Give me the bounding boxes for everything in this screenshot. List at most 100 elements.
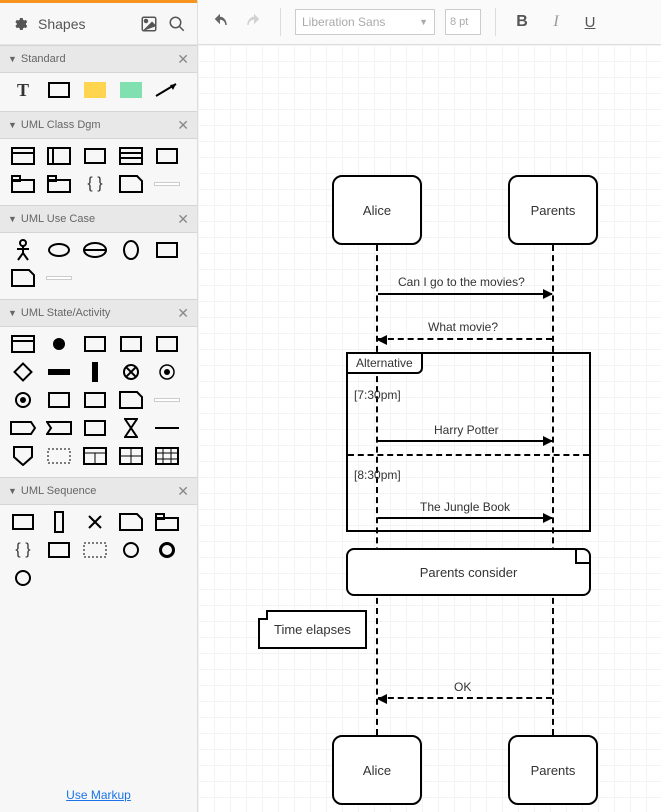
shape-state3[interactable] [116, 333, 146, 355]
canvas[interactable]: Alice Parents Can I go to the movies? Wh… [198, 45, 661, 812]
shape-note2[interactable] [8, 267, 38, 289]
shape-shield[interactable] [8, 445, 38, 467]
shape-pkg[interactable] [8, 173, 38, 195]
close-icon[interactable]: ✕ [177, 305, 189, 322]
shape-r4[interactable] [80, 417, 110, 439]
shape-class2[interactable] [44, 145, 74, 167]
shape-rect2[interactable] [152, 239, 182, 261]
message-label[interactable]: Can I go to the movies? [398, 275, 525, 289]
shape-grid2[interactable] [116, 445, 146, 467]
shape-activation[interactable] [44, 511, 74, 533]
message-arrow-return[interactable] [378, 338, 552, 340]
shape-line3[interactable] [152, 389, 182, 411]
shape-final1[interactable] [116, 361, 146, 383]
shape-vbar[interactable] [80, 361, 110, 383]
guard-condition[interactable]: [8:30pm] [354, 468, 401, 482]
shape-note-yellow[interactable] [80, 79, 110, 101]
search-icon[interactable] [167, 14, 187, 34]
message-arrow-return[interactable] [378, 697, 552, 699]
section-header-sequence[interactable]: ▼ UML Sequence ✕ [0, 477, 197, 505]
shape-ellipse[interactable] [44, 239, 74, 261]
shape-decision[interactable] [8, 361, 38, 383]
shape-line2[interactable] [44, 267, 74, 289]
shape-actor[interactable] [8, 239, 38, 261]
use-markup-link[interactable]: Use Markup [0, 778, 197, 812]
shape-r3[interactable] [116, 389, 146, 411]
image-icon[interactable] [139, 14, 159, 34]
shape-text[interactable]: T [8, 79, 38, 101]
message-label[interactable]: What movie? [428, 320, 498, 334]
shape-grid1[interactable] [80, 445, 110, 467]
note-parents-consider[interactable]: Parents consider [346, 548, 591, 596]
shape-state1[interactable] [8, 333, 38, 355]
shape-hbar[interactable] [44, 361, 74, 383]
shape-final3[interactable] [8, 389, 38, 411]
gear-icon[interactable] [10, 14, 30, 34]
shape-r1[interactable] [44, 389, 74, 411]
shape-initial[interactable] [44, 333, 74, 355]
bold-button[interactable]: B [510, 10, 534, 34]
shape-seqcirc3[interactable] [8, 567, 38, 589]
redo-button[interactable] [242, 10, 266, 34]
underline-button[interactable]: U [578, 10, 602, 34]
close-icon[interactable]: ✕ [177, 117, 189, 134]
italic-button[interactable]: I [544, 10, 568, 34]
message-arrow[interactable] [378, 517, 552, 519]
lifeline-parents-top[interactable]: Parents [508, 175, 598, 245]
message-arrow[interactable] [378, 440, 552, 442]
shape-final2[interactable] [152, 361, 182, 383]
font-select[interactable]: Liberation Sans▼ [295, 9, 435, 35]
font-size-input[interactable] [445, 9, 481, 35]
shape-line4[interactable] [152, 417, 182, 439]
section-header-state[interactable]: ▼ UML State/Activity ✕ [0, 299, 197, 327]
time-elapses[interactable]: Time elapses [258, 610, 367, 649]
undo-button[interactable] [208, 10, 232, 34]
shape-seq3[interactable] [152, 511, 182, 533]
message-label[interactable]: OK [454, 680, 471, 694]
alt-label[interactable]: Alternative [346, 352, 423, 374]
shape-seq2[interactable] [116, 511, 146, 533]
shape-class5[interactable] [152, 145, 182, 167]
shape-grid3[interactable] [152, 445, 182, 467]
section-header-class[interactable]: ▼ UML Class Dgm ✕ [0, 111, 197, 139]
message-arrow[interactable] [378, 293, 552, 295]
shape-note-green[interactable] [116, 79, 146, 101]
shape-braces[interactable]: { } [80, 173, 110, 195]
shape-signal1[interactable] [8, 417, 38, 439]
shape-class4[interactable] [116, 145, 146, 167]
shape-line[interactable] [152, 173, 182, 195]
shape-rect[interactable] [44, 79, 74, 101]
shape-arrow[interactable] [152, 79, 182, 101]
shape-hourglass[interactable] [116, 417, 146, 439]
guard-condition[interactable]: [7:30pm] [354, 388, 401, 402]
section-header-usecase[interactable]: ▼ UML Use Case ✕ [0, 205, 197, 233]
sequence-diagram[interactable]: Alice Parents Can I go to the movies? Wh… [198, 45, 661, 812]
alt-divider[interactable] [348, 454, 589, 456]
close-icon[interactable]: ✕ [177, 483, 189, 500]
shape-dottedrect[interactable] [44, 445, 74, 467]
lifeline-parents-bottom[interactable]: Parents [508, 735, 598, 805]
lifeline-alice-bottom[interactable]: Alice [332, 735, 422, 805]
lifeline-alice-top[interactable]: Alice [332, 175, 422, 245]
message-label[interactable]: The Jungle Book [420, 500, 510, 514]
shape-braces2[interactable]: { } [8, 539, 38, 561]
shape-seqcirc2[interactable] [152, 539, 182, 561]
shape-signal2[interactable] [44, 417, 74, 439]
shape-seq1[interactable] [8, 511, 38, 533]
message-label[interactable]: Harry Potter [434, 423, 499, 437]
shape-class3[interactable] [80, 145, 110, 167]
shape-seq4[interactable] [44, 539, 74, 561]
close-icon[interactable]: ✕ [177, 211, 189, 228]
shape-ellipse3[interactable] [116, 239, 146, 261]
shape-destroy[interactable] [80, 511, 110, 533]
shape-note[interactable] [116, 173, 146, 195]
close-icon[interactable]: ✕ [177, 51, 189, 68]
shape-seqcirc1[interactable] [116, 539, 146, 561]
shape-r2[interactable] [80, 389, 110, 411]
shape-seq5[interactable] [80, 539, 110, 561]
shape-state4[interactable] [152, 333, 182, 355]
section-header-standard[interactable]: ▼ Standard ✕ [0, 45, 197, 73]
shape-ellipse2[interactable] [80, 239, 110, 261]
shape-class[interactable] [8, 145, 38, 167]
shape-state2[interactable] [80, 333, 110, 355]
